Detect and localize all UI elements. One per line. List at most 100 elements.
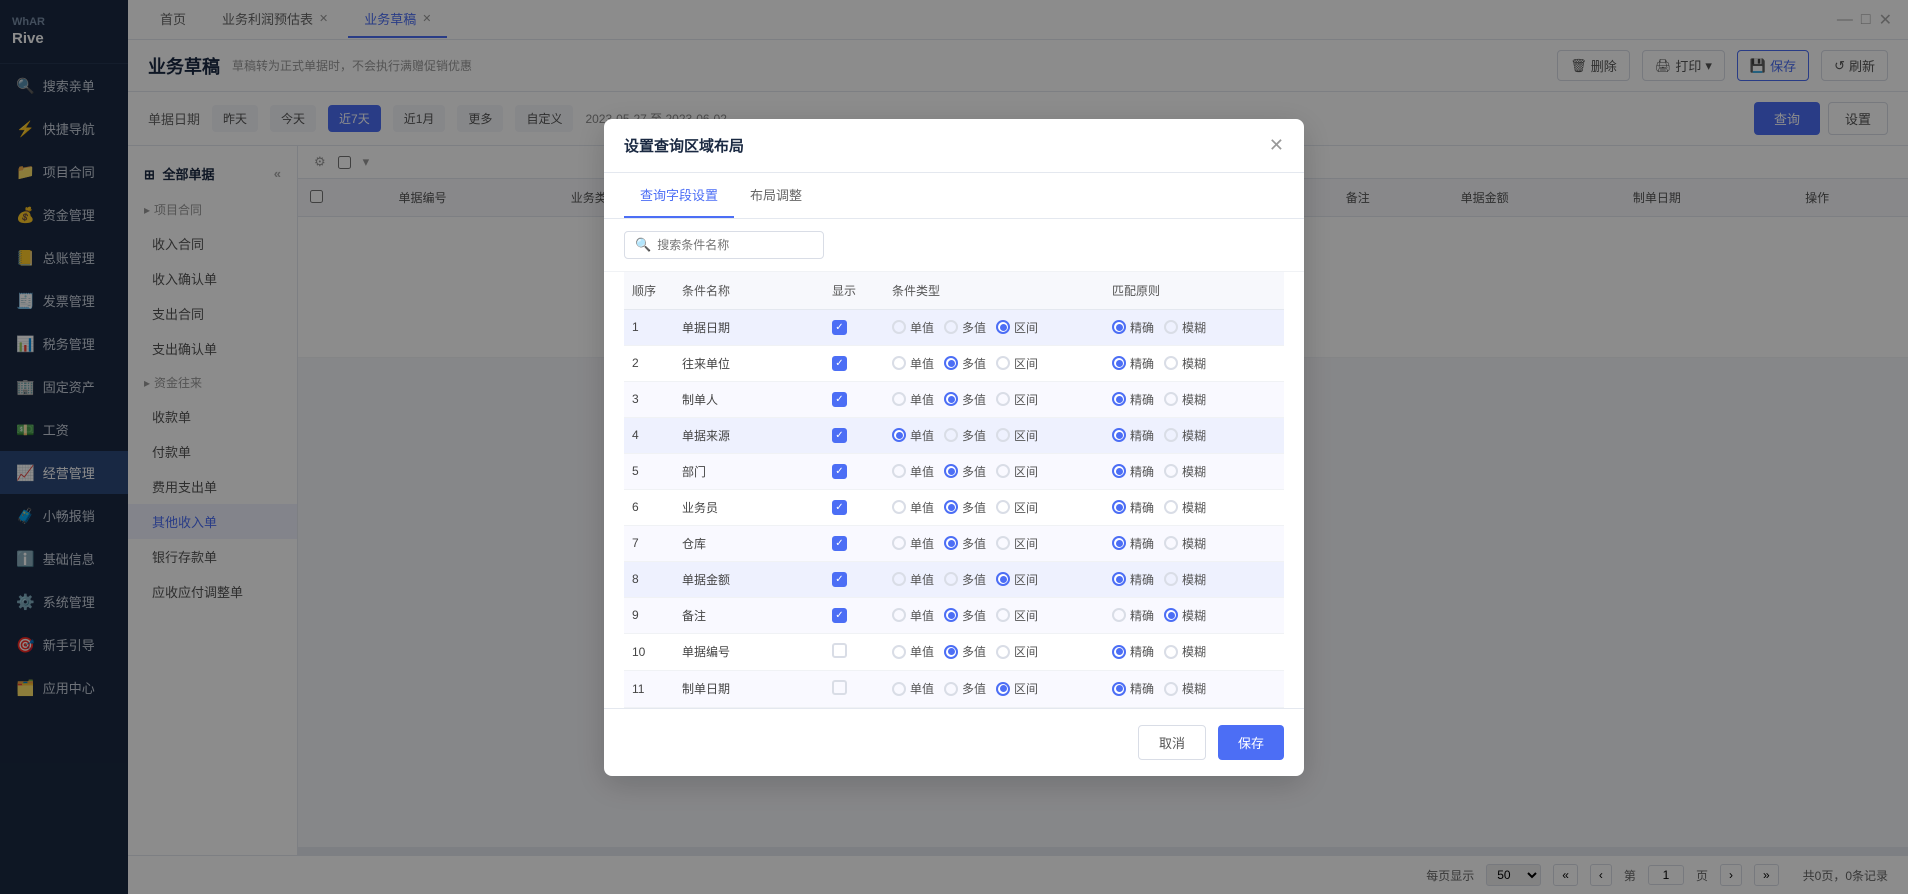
radio-type-type_range[interactable]: 区间 [996,571,1038,588]
radio-type-type_multi[interactable]: 多值 [944,499,986,516]
radio-circle [1112,608,1126,622]
modal-search-input[interactable] [657,238,813,252]
modal-tab-layout[interactable]: 布局调整 [734,173,818,218]
radio-type-type_range[interactable]: 区间 [996,499,1038,516]
radio-type-type_multi[interactable]: 多值 [944,319,986,336]
modal-save-button[interactable]: 保存 [1218,725,1284,760]
radio-match-match_exact[interactable]: 精确 [1112,535,1154,552]
radio-match-match_exact[interactable]: 精确 [1112,319,1154,336]
cell-name: 单据来源 [674,417,824,453]
radio-type-type_multi[interactable]: 多值 [944,680,986,697]
radio-type-type_multi[interactable]: 多值 [944,427,986,444]
radio-match-match_fuzzy[interactable]: 模糊 [1164,535,1206,552]
radio-type-type_single[interactable]: 单值 [892,643,934,660]
show-checkbox[interactable]: ✓ [832,608,847,623]
radio-type-type_range[interactable]: 区间 [996,427,1038,444]
cell-order: 4 [624,417,674,453]
radio-type-type_multi[interactable]: 多值 [944,391,986,408]
radio-type-type_range[interactable]: 区间 [996,680,1038,697]
radio-type-type_range[interactable]: 区间 [996,535,1038,552]
radio-match-match_fuzzy[interactable]: 模糊 [1164,571,1206,588]
cell-show[interactable]: ✓ [824,525,884,561]
radio-circle [1112,356,1126,370]
show-checkbox[interactable] [832,680,847,695]
radio-match-match_exact[interactable]: 精确 [1112,391,1154,408]
radio-type-type_range[interactable]: 区间 [996,319,1038,336]
radio-match-match_exact[interactable]: 精确 [1112,463,1154,480]
radio-circle [892,500,906,514]
modal-table-row: 4单据来源 ✓ 单值多值区间 精确模糊 [624,417,1284,453]
radio-match-match_fuzzy[interactable]: 模糊 [1164,463,1206,480]
radio-circle [892,608,906,622]
cell-show[interactable]: ✓ [824,453,884,489]
radio-type-type_multi[interactable]: 多值 [944,571,986,588]
radio-type-type_range[interactable]: 区间 [996,607,1038,624]
radio-match-match_exact[interactable]: 精确 [1112,643,1154,660]
radio-match-match_exact[interactable]: 精确 [1112,499,1154,516]
modal-close-btn[interactable]: ✕ [1269,135,1284,156]
show-checkbox[interactable] [832,643,847,658]
cell-show[interactable]: ✓ [824,309,884,345]
cell-show[interactable] [824,670,884,707]
radio-type-type_multi[interactable]: 多值 [944,535,986,552]
th-name: 条件名称 [674,272,824,310]
cell-name: 业务员 [674,489,824,525]
show-checkbox[interactable]: ✓ [832,572,847,587]
radio-match-match_fuzzy[interactable]: 模糊 [1164,680,1206,697]
radio-type-type_single[interactable]: 单值 [892,355,934,372]
show-checkbox[interactable]: ✓ [832,500,847,515]
radio-match-match_exact[interactable]: 精确 [1112,680,1154,697]
cell-match: 精确模糊 [1104,309,1284,345]
cell-show[interactable]: ✓ [824,417,884,453]
show-checkbox[interactable]: ✓ [832,536,847,551]
radio-circle [1164,572,1178,586]
radio-type-type_range[interactable]: 区间 [996,643,1038,660]
radio-type-type_single[interactable]: 单值 [892,391,934,408]
radio-type-type_single[interactable]: 单值 [892,535,934,552]
radio-match-match_fuzzy[interactable]: 模糊 [1164,319,1206,336]
cell-name: 单据金额 [674,561,824,597]
radio-match-match_exact[interactable]: 精确 [1112,427,1154,444]
radio-match-match_exact[interactable]: 精确 [1112,571,1154,588]
radio-match-match_fuzzy[interactable]: 模糊 [1164,607,1206,624]
cell-show[interactable]: ✓ [824,345,884,381]
radio-circle [1164,392,1178,406]
radio-type-type_single[interactable]: 单值 [892,571,934,588]
cell-show[interactable]: ✓ [824,489,884,525]
tab-fields-label: 查询字段设置 [640,188,718,203]
radio-type-type_range[interactable]: 区间 [996,355,1038,372]
radio-type-type_single[interactable]: 单值 [892,607,934,624]
radio-match-match_exact[interactable]: 精确 [1112,607,1154,624]
cell-show[interactable] [824,633,884,670]
radio-match-match_fuzzy[interactable]: 模糊 [1164,355,1206,372]
radio-type-type_single[interactable]: 单值 [892,319,934,336]
modal-tab-fields[interactable]: 查询字段设置 [624,173,734,218]
cell-show[interactable]: ✓ [824,561,884,597]
cell-show[interactable]: ✓ [824,381,884,417]
radio-match-match_fuzzy[interactable]: 模糊 [1164,643,1206,660]
cell-show[interactable]: ✓ [824,597,884,633]
cancel-button[interactable]: 取消 [1138,725,1206,760]
radio-type-type_single[interactable]: 单值 [892,680,934,697]
show-checkbox[interactable]: ✓ [832,428,847,443]
show-checkbox[interactable]: ✓ [832,392,847,407]
radio-match-match_fuzzy[interactable]: 模糊 [1164,499,1206,516]
radio-match-match_exact[interactable]: 精确 [1112,355,1154,372]
show-checkbox[interactable]: ✓ [832,356,847,371]
radio-type-type_range[interactable]: 区间 [996,463,1038,480]
radio-type-type_multi[interactable]: 多值 [944,355,986,372]
radio-type-type_multi[interactable]: 多值 [944,463,986,480]
radio-type-type_range[interactable]: 区间 [996,391,1038,408]
radio-match-match_fuzzy[interactable]: 模糊 [1164,427,1206,444]
radio-match-match_fuzzy[interactable]: 模糊 [1164,391,1206,408]
radio-type-type_single[interactable]: 单值 [892,427,934,444]
show-checkbox[interactable]: ✓ [832,464,847,479]
modal-footer: 取消 保存 [604,708,1304,776]
cell-name: 往来单位 [674,345,824,381]
radio-type-type_multi[interactable]: 多值 [944,643,986,660]
th-match: 匹配原则 [1104,272,1284,310]
radio-type-type_multi[interactable]: 多值 [944,607,986,624]
show-checkbox[interactable]: ✓ [832,320,847,335]
radio-type-type_single[interactable]: 单值 [892,499,934,516]
radio-type-type_single[interactable]: 单值 [892,463,934,480]
